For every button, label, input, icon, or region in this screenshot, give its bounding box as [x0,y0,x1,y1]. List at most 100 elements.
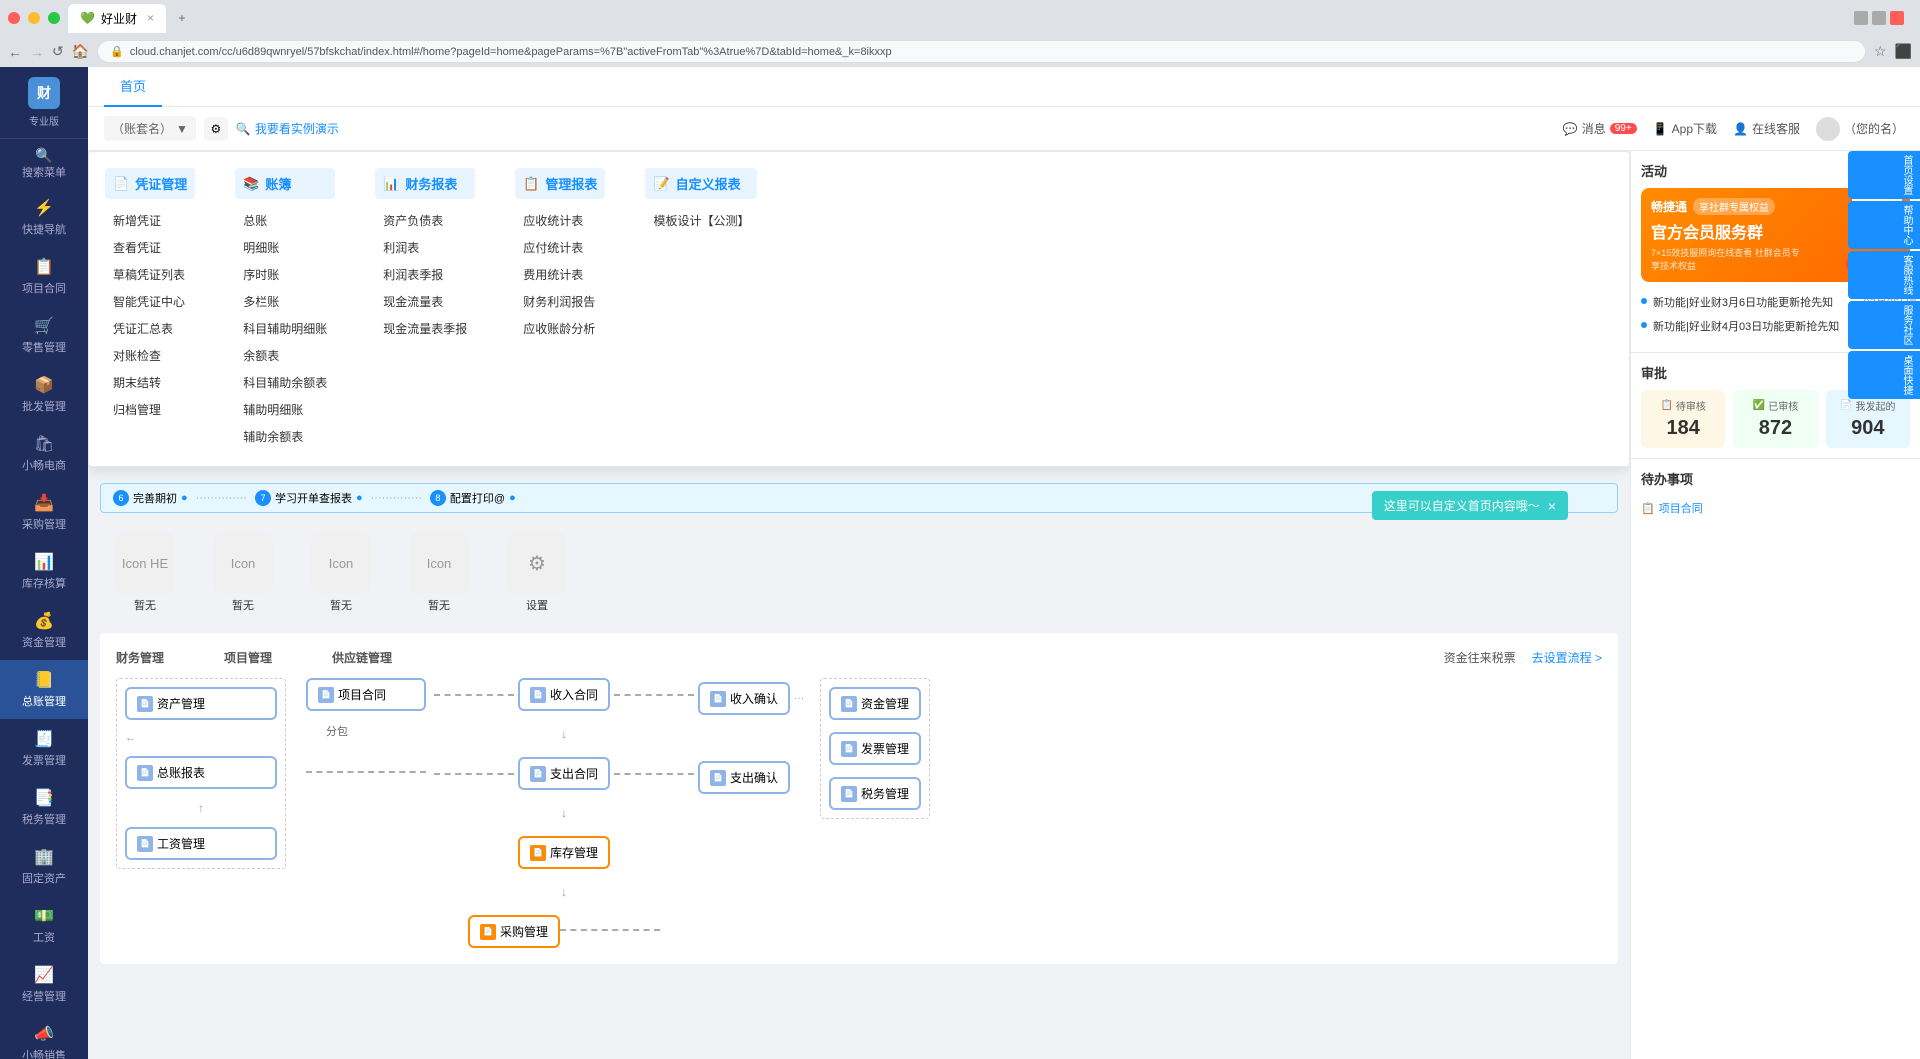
menu-item-cashflow[interactable]: 现金流量表 [375,288,475,315]
menu-item-expense-stats[interactable]: 费用统计表 [515,261,605,288]
menu-item-general-ledger[interactable]: 总账 [235,207,335,234]
menu-item-add-voucher[interactable]: 新增凭证 [105,207,195,234]
minimize-button[interactable] [28,12,40,24]
approval-pending-card[interactable]: 📋 待审核 184 [1641,390,1725,448]
sidebar-item-fixed-assets[interactable]: 🏢 固定资产 [0,837,88,896]
menu-item-income-quarterly[interactable]: 利润表季报 [375,261,475,288]
flow-box-invoice-mgmt[interactable]: 📄 发票管理 [829,732,921,765]
initiated-label: 📄 我发起的 [1840,398,1895,413]
active-tab[interactable]: 💚 好业财 × [68,4,166,33]
sidebar-item-wholesale[interactable]: 📦 批发管理 [0,365,88,424]
window-minimize-icon[interactable] [1854,11,1868,25]
menu-item-voucher-summary[interactable]: 凭证汇总表 [105,315,195,342]
help-center-btn[interactable]: 帮助中心 [1848,201,1920,249]
todo-item-project-contract[interactable]: 📋 项目合同 [1641,496,1910,520]
invoice-mgmt-icon: 📄 [841,741,857,757]
menu-item-view-voucher[interactable]: 查看凭证 [105,234,195,261]
menu-item-aux-balance[interactable]: 辅助余额表 [235,423,335,450]
maximize-button[interactable] [48,12,60,24]
menu-item-balance-sheet[interactable]: 资产负债表 [375,207,475,234]
menu-item-period-transfer[interactable]: 期末结转 [105,369,195,396]
nav-home-button[interactable]: 🏠 [72,43,89,60]
flow-box-asset[interactable]: 📄 资产管理 [125,687,277,720]
flow-box-inventory[interactable]: 📄 库存管理 [518,836,610,869]
nav-forward-button[interactable]: → [30,44,44,60]
menu-item-archive[interactable]: 归档管理 [105,396,195,423]
menu-item-chronological[interactable]: 序时账 [235,261,335,288]
service-community-btn[interactable]: 服务社区 [1848,301,1920,349]
homepage-settings-btn[interactable]: 首页设置 [1848,151,1920,199]
flow-box-project-contract[interactable]: 📄 项目合同 [306,678,426,711]
new-tab-button[interactable]: + [170,6,194,30]
extension-icon[interactable]: ⬛ [1895,43,1912,60]
icon-card-3[interactable]: Icon 暂无 [296,525,386,621]
flow-box-tax-mgmt[interactable]: 📄 税务管理 [829,777,921,810]
bookmark-icon[interactable]: ☆ [1874,43,1887,60]
user-profile[interactable]: （您的名） [1816,117,1904,141]
sidebar-item-business[interactable]: 📈 经营管理 [0,955,88,1014]
settings-icon[interactable]: ⚙ [204,117,228,141]
menu-item-detail-ledger[interactable]: 明细账 [235,234,335,261]
customer-service-btn[interactable]: 客服热线 [1848,251,1920,299]
menu-item-receivable-stats[interactable]: 应收统计表 [515,207,605,234]
sidebar-item-invoice[interactable]: 🧾 发票管理 [0,719,88,778]
flow-box-purchase[interactable]: 📄 采购管理 [468,915,560,948]
sidebar-item-general-ledger[interactable]: 📒 总账管理 [0,660,88,719]
company-selector[interactable]: （账套名） ▼ [104,116,196,141]
approval-approved-card[interactable]: ✅ 已审核 872 [1733,390,1817,448]
sidebar-search[interactable]: 🔍 搜索菜单 [0,139,88,188]
icon-card-2[interactable]: Icon 暂无 [198,525,288,621]
menu-item-balance-table[interactable]: 余额表 [235,342,335,369]
flow-box-expense-confirm[interactable]: 📄 支出确认 [698,761,790,794]
flow-box-expense-contract[interactable]: 📄 支出合同 [518,757,610,790]
sidebar-item-capital[interactable]: 💰 资金管理 [0,601,88,660]
flow-box-ledger-report[interactable]: 📄 总账报表 [125,756,277,789]
customize-tip-close-button[interactable]: × [1548,498,1556,514]
window-close-icon[interactable] [1890,11,1904,25]
menu-item-multi-column[interactable]: 多栏账 [235,288,335,315]
menu-item-subject-aux-detail[interactable]: 科目辅助明细账 [235,315,335,342]
online-service-button[interactable]: 👤 在线客服 [1733,120,1800,137]
sidebar-item-ecommerce[interactable]: 🛍 小畅电商 [0,424,88,483]
window-restore-icon[interactable] [1872,11,1886,25]
messages-button[interactable]: 💬 消息 99+ [1563,120,1637,137]
tab-home[interactable]: 首页 [104,67,162,107]
sidebar-item-purchase[interactable]: 📥 采购管理 [0,483,88,542]
icon-card-4[interactable]: Icon 暂无 [394,525,484,621]
menu-item-smart-voucher[interactable]: 智能凭证中心 [105,288,195,315]
sidebar-item-quick-nav[interactable]: ⚡ 快捷导航 [0,188,88,247]
menu-item-aux-detail[interactable]: 辅助明细账 [235,396,335,423]
sidebar-item-sales[interactable]: 📣 小畅销售 [0,1014,88,1059]
desktop-shortcut-btn[interactable]: 桌面快捷 [1848,351,1920,399]
sidebar-item-tax[interactable]: 📑 税务管理 [0,778,88,837]
inventory-box-icon: 📄 [530,845,546,861]
tab-close-icon[interactable]: × [147,11,154,25]
sidebar-item-retail[interactable]: 🛒 零售管理 [0,306,88,365]
menu-item-receivable-aging[interactable]: 应收账龄分析 [515,315,605,342]
header-search-demo[interactable]: 🔍 我要看实例演示 [236,120,339,137]
menu-item-account-check[interactable]: 对账检查 [105,342,195,369]
menu-item-payable-stats[interactable]: 应付统计表 [515,234,605,261]
nav-refresh-button[interactable]: ↺ [52,43,64,60]
flow-box-income-contract[interactable]: 📄 收入合同 [518,678,610,711]
icon-card-settings[interactable]: ⚙ 设置 [492,525,582,621]
menu-header-ledger: 📚 账簿 [235,168,335,199]
icon-card-1[interactable]: Icon HE 暂无 [100,525,190,621]
flow-setup-link[interactable]: 去设置流程 > [1532,649,1602,666]
flow-box-capital-mgmt[interactable]: 📄 资金管理 [829,687,921,720]
app-download-button[interactable]: 📱 App下载 [1653,120,1717,137]
flow-box-income-confirm[interactable]: 📄 收入确认 [698,682,790,715]
menu-item-cashflow-quarterly[interactable]: 现金流量表季报 [375,315,475,342]
nav-back-button[interactable]: ← [8,44,22,60]
sidebar-item-inventory[interactable]: 📊 库存核算 [0,542,88,601]
menu-item-draft-voucher[interactable]: 草稿凭证列表 [105,261,195,288]
menu-item-template-design[interactable]: 模板设计【公测】 [645,207,757,234]
menu-item-income-statement[interactable]: 利润表 [375,234,475,261]
sidebar-item-payroll[interactable]: 💵 工资 [0,896,88,955]
close-button[interactable] [8,12,20,24]
menu-item-profit-report[interactable]: 财务利润报告 [515,288,605,315]
sidebar-item-project-contract[interactable]: 📋 项目合同 [0,247,88,306]
menu-item-subject-aux-balance[interactable]: 科目辅助余额表 [235,369,335,396]
flow-box-payroll[interactable]: 📄 工资管理 [125,827,277,860]
address-bar[interactable]: 🔒 cloud.chanjet.com/cc/u6d89qwnryel/57bf… [97,40,1866,63]
